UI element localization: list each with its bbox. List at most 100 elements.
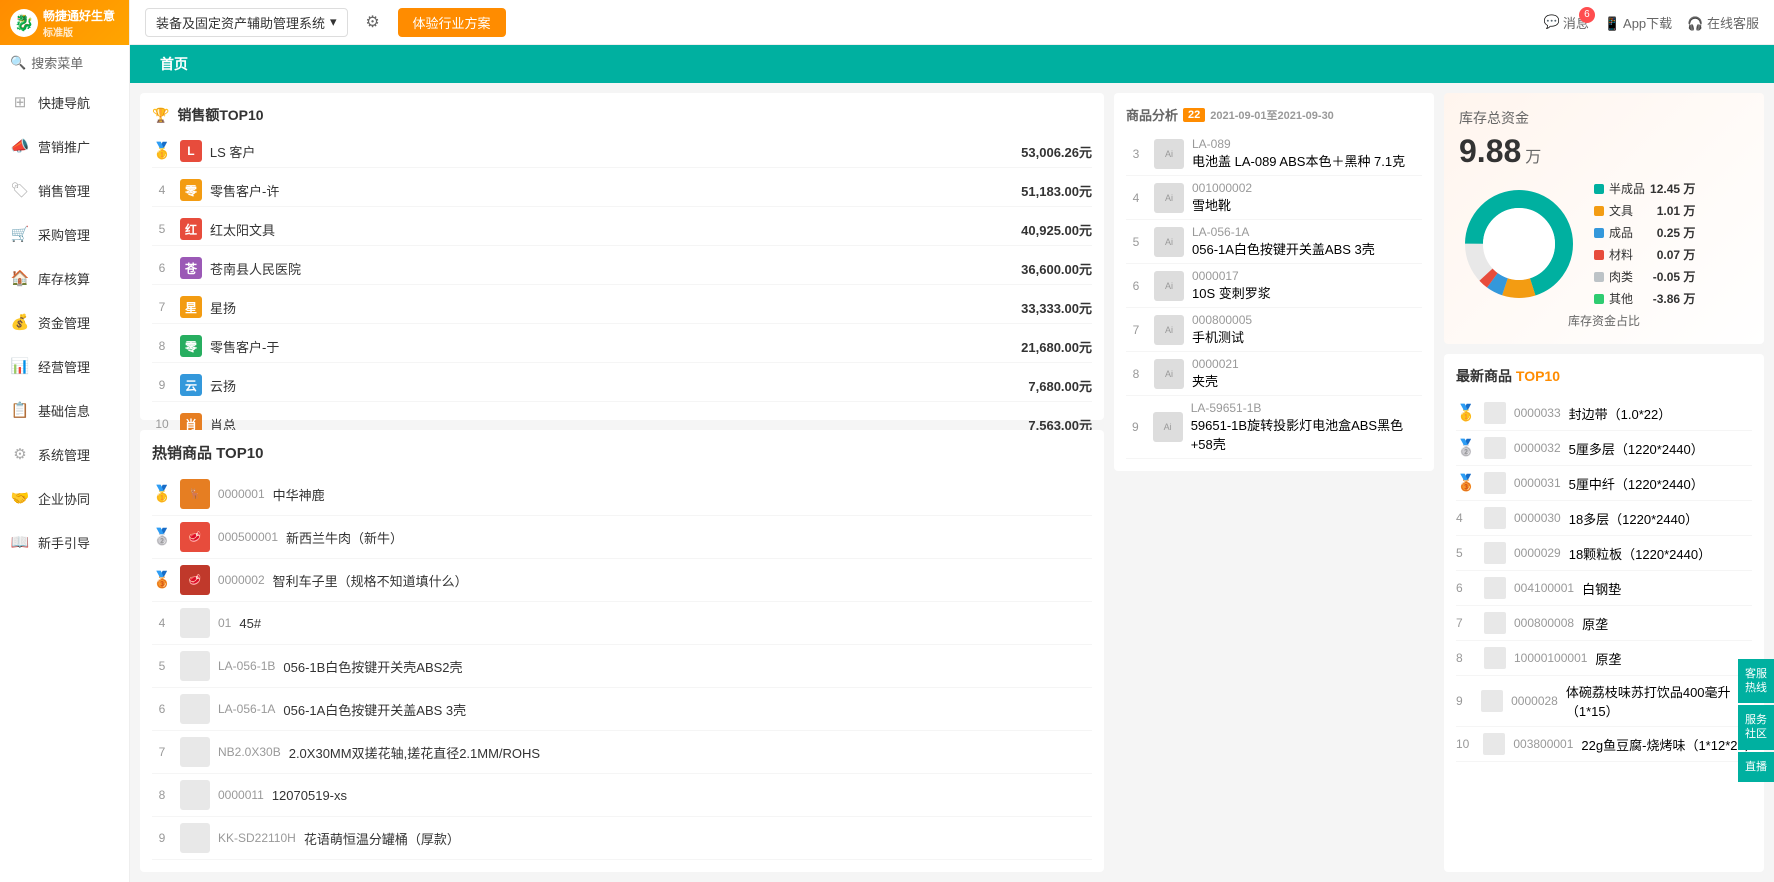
product-code: LA-056-1A — [1192, 225, 1375, 239]
message-button[interactable]: 💬 6 消息 — [1544, 13, 1589, 32]
legend-label: 其他 — [1609, 290, 1648, 307]
product-image: Ai — [1154, 183, 1184, 213]
tab-home[interactable]: 首页 — [145, 45, 203, 83]
top-customers-card: 🏆 销售额TOP10 🥇 L LS 客户 53,006.26元 4 零 零售客户… — [140, 93, 1104, 420]
rank-number: 5 — [1456, 546, 1476, 560]
inventory-amount: 9.88 — [1459, 133, 1521, 170]
product-name: 体碗荔枝味苏打饮品400毫升（1*15） — [1566, 682, 1752, 720]
sidebar-item-guide[interactable]: 📖 新手引导 — [0, 520, 129, 564]
sidebar-item-inventory[interactable]: 🏠 库存核算 — [0, 256, 129, 300]
settings-button[interactable]: ⚙ — [358, 7, 388, 37]
topbar-right: 💬 6 消息 📱 App下载 🎧 在线客服 — [1544, 13, 1759, 32]
main-content: 装备及固定资产辅助管理系统 ▾ ⚙ 体验行业方案 💬 6 消息 📱 App下载 … — [130, 0, 1774, 882]
list-item: 🥉 0000031 5厘中纤（1220*2440） — [1456, 466, 1752, 501]
rank-number: 8 — [1456, 651, 1476, 665]
product-code: 001000002 — [1192, 181, 1252, 195]
rank-number: 9 — [152, 378, 172, 392]
sidebar-item-basic[interactable]: 📋 基础信息 — [0, 388, 129, 432]
product-code: NB2.0X30B — [218, 745, 281, 759]
legend-item: 肉类 -0.05 万 — [1594, 268, 1695, 285]
mid-products-list: 3 Ai LA-089 电池盖 LA-089 ABS本色＋黑种 7.1克 4 A… — [1126, 132, 1422, 459]
legend-item: 材料 0.07 万 — [1594, 246, 1695, 263]
product-image — [180, 694, 210, 724]
product-image: 🦌 — [180, 479, 210, 509]
phone-icon: 📱 — [1604, 16, 1620, 31]
customers-rank-list: 🥇 L LS 客户 53,006.26元 4 零 零售客户-许 51,183.0… — [152, 135, 1092, 441]
list-item: 3 Ai LA-089 电池盖 LA-089 ABS本色＋黑种 7.1克 — [1126, 132, 1422, 176]
rank-number: 6 — [1126, 279, 1146, 293]
app-download-button[interactable]: 📱 App下载 — [1604, 13, 1672, 32]
trial-button[interactable]: 体验行业方案 — [398, 8, 506, 37]
product-image: Ai — [1154, 271, 1184, 301]
product-image — [1481, 690, 1503, 712]
list-item: 8 10000100001 原垄 — [1456, 641, 1752, 676]
sidebar-item-purchase[interactable]: 🛒 采购管理 — [0, 212, 129, 256]
sidebar-item-coop[interactable]: 🤝 企业协同 — [0, 476, 129, 520]
customer-amount: 33,333.00元 — [1021, 298, 1092, 317]
rank-number: 4 — [1456, 511, 1476, 525]
purchase-icon: 🛒 — [10, 224, 30, 244]
rank-number: 6 — [1456, 581, 1476, 595]
product-image — [1484, 542, 1506, 564]
product-code: 0000031 — [1514, 476, 1561, 490]
legend-value: 12.45 万 — [1650, 180, 1695, 197]
product-code: LA-056-1A — [218, 702, 275, 716]
list-item: 4 0000030 18多层（1220*2440） — [1456, 501, 1752, 536]
customer-name: 苍南县人民医院 — [210, 259, 1013, 278]
legend-color-dot — [1594, 184, 1604, 194]
search-menu[interactable]: 🔍 搜索菜单 — [0, 45, 129, 80]
rank-number: 4 — [152, 183, 172, 197]
inventory-legend: 半成品 12.45 万 文具 1.01 万 成品 0.25 万 — [1594, 180, 1695, 307]
rank-number: 8 — [1126, 367, 1146, 381]
list-item: 8 Ai 0000021 夹壳 — [1126, 352, 1422, 396]
product-name: 雪地靴 — [1192, 195, 1252, 214]
product-code: 0000017 — [1192, 269, 1271, 283]
avatar: L — [180, 140, 202, 162]
product-image: Ai — [1153, 412, 1183, 442]
legend-item: 成品 0.25 万 — [1594, 224, 1695, 241]
rank-number: 4 — [152, 616, 172, 630]
product-image — [1483, 733, 1505, 755]
product-image — [1484, 472, 1506, 494]
rank-number: 7 — [152, 745, 172, 759]
trophy-icon: 🏆 — [152, 107, 169, 124]
live-button[interactable]: 直播 — [1738, 752, 1774, 782]
sidebar-item-sales[interactable]: 🏷 销售管理 — [0, 168, 129, 212]
product-name: 白钢垫 — [1582, 579, 1621, 598]
product-code: 10000100001 — [1514, 651, 1587, 665]
system-selector[interactable]: 装备及固定资产辅助管理系统 ▾ — [145, 8, 348, 37]
product-image — [1484, 507, 1506, 529]
list-item: 9 Ai LA-59651-1B 59651-1B旋转投影灯电池盒ABS黑色+5… — [1126, 396, 1422, 459]
sidebar-item-system[interactable]: ⚙ 系统管理 — [0, 432, 129, 476]
rank-number: 9 — [1456, 694, 1473, 708]
sidebar-item-quick[interactable]: ⊞ 快捷导航 — [0, 80, 129, 124]
legend-label: 材料 — [1609, 246, 1652, 263]
avatar: 云 — [180, 374, 202, 396]
sidebar-item-finance[interactable]: 💰 资金管理 — [0, 300, 129, 344]
legend-item: 半成品 12.45 万 — [1594, 180, 1695, 197]
product-name: 中华神鹿 — [273, 485, 325, 504]
sidebar-item-marketing[interactable]: 📣 营销推广 — [0, 124, 129, 168]
rank-number: 10 — [152, 417, 172, 431]
product-name: 手机测试 — [1192, 327, 1252, 346]
sidebar-item-label: 销售管理 — [38, 181, 90, 200]
sidebar-item-operation[interactable]: 📊 经营管理 — [0, 344, 129, 388]
community-button[interactable]: 服务社区 — [1738, 705, 1774, 750]
product-name: 18多层（1220*2440） — [1569, 509, 1698, 528]
online-service-button[interactable]: 🎧 在线客服 — [1687, 13, 1759, 32]
product-image — [1484, 612, 1506, 634]
legend-value: -0.05 万 — [1653, 268, 1696, 285]
list-item: 4 Ai 001000002 雪地靴 — [1126, 176, 1422, 220]
product-code: 0000028 — [1511, 694, 1558, 708]
list-item: 7 NB2.0X30B 2.0X30MM双搓花轴,搓花直径2.1MM/ROHS — [152, 731, 1092, 774]
product-analysis-header: 商品分析 22 2021-09-01至2021-09-30 — [1126, 105, 1422, 124]
inventory-card: 库存总资金 9.88 万 — [1444, 93, 1764, 344]
product-image — [180, 780, 210, 810]
medal-icon: 🥇 — [152, 484, 172, 504]
product-name: 电池盖 LA-089 ABS本色＋黑种 7.1克 — [1192, 151, 1405, 170]
legend-color-dot — [1594, 272, 1604, 282]
rank-number: 7 — [152, 300, 172, 314]
donut-chart-container: 半成品 12.45 万 文具 1.01 万 成品 0.25 万 — [1459, 180, 1749, 307]
customer-service-button[interactable]: 客服热线 — [1738, 659, 1774, 704]
sidebar-item-label: 库存核算 — [38, 269, 90, 288]
